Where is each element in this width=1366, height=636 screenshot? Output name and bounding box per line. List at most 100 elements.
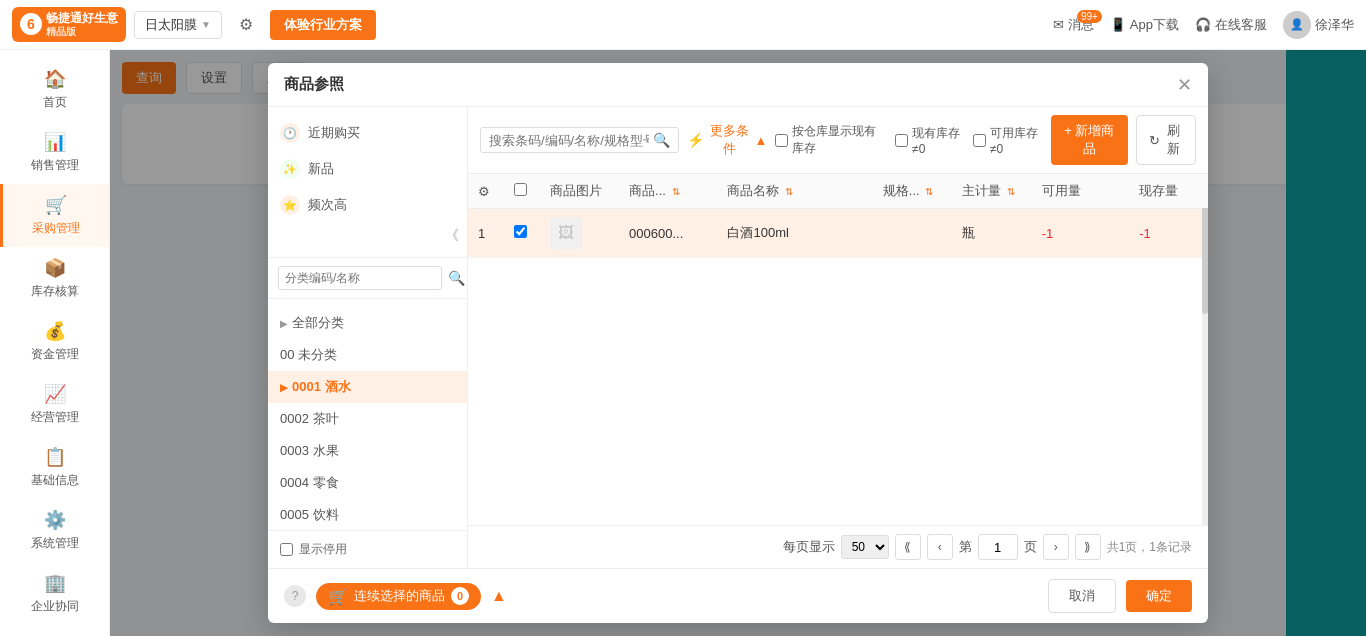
sidebar-item-operations[interactable]: 📈 经营管理 — [0, 373, 109, 436]
user-profile-btn[interactable]: 👤 徐泽华 — [1283, 11, 1354, 39]
app-download-btn[interactable]: 📱 App下载 — [1110, 16, 1179, 34]
product-search-btn[interactable]: 🔍 — [653, 132, 670, 148]
sidebar-item-finance[interactable]: 💰 资金管理 — [0, 310, 109, 373]
category-snacks[interactable]: 0004 零食 — [268, 467, 467, 499]
sidebar-item-guide[interactable]: 🔖 新手引导 — [0, 625, 109, 636]
category-unclassified[interactable]: 00 未分类 — [268, 339, 467, 371]
settings-icon-btn[interactable]: ⚙ — [230, 9, 262, 41]
col-checkbox[interactable] — [504, 174, 540, 209]
sidebar-label-inventory: 库存核算 — [31, 283, 79, 300]
per-page-select[interactable]: 50 — [841, 535, 889, 559]
cell-checkbox[interactable] — [504, 209, 540, 258]
sidebar-label-finance: 资金管理 — [31, 346, 79, 363]
product-table-wrap: ⚙ 商品图片 商品... ⇅ 商品名称 — [468, 174, 1208, 525]
category-liquor[interactable]: ▶ 0001 酒水 — [268, 371, 467, 403]
sidebar-item-home[interactable]: 🏠 首页 — [0, 58, 109, 121]
col-settings[interactable]: ⚙ — [468, 174, 504, 209]
purchase-icon: 🛒 — [45, 194, 67, 216]
category-beverages[interactable]: 0005 饮料 — [268, 499, 467, 530]
online-service-btn[interactable]: 🎧 在线客服 — [1195, 16, 1267, 34]
add-product-button[interactable]: + 新增商品 — [1051, 115, 1128, 165]
store-selector[interactable]: 日太阳膜 ▼ — [134, 11, 222, 39]
product-lookup-modal: 商品参照 ✕ 🕐 近期购买 ✨ 新 — [268, 63, 1208, 623]
trial-cta-button[interactable]: 体验行业方案 — [270, 10, 376, 40]
col-name[interactable]: 商品名称 ⇅ — [717, 174, 872, 209]
sidebar-item-basics[interactable]: 📋 基础信息 — [0, 436, 109, 499]
category-tea[interactable]: 0002 茶叶 — [268, 403, 467, 435]
sort-icon-name: ⇅ — [785, 186, 793, 197]
table-row[interactable]: 1 🖼 000600... 白酒100ml 瓶 — [468, 209, 1208, 258]
left-panel: 🕐 近期购买 ✨ 新品 ⭐ 频次高 — [268, 107, 468, 568]
footer-collapse-btn[interactable]: ▲ — [491, 587, 507, 605]
sidebar: 🏠 首页 📊 销售管理 🛒 采购管理 📦 库存核算 💰 资金管理 📈 经营管理 … — [0, 50, 110, 636]
col-unit[interactable]: 主计量 ⇅ — [952, 174, 1032, 209]
system-icon: ⚙️ — [44, 509, 66, 531]
finance-icon: 💰 — [44, 320, 66, 342]
avatar: 👤 — [1283, 11, 1311, 39]
operations-icon: 📈 — [44, 383, 66, 405]
last-page-btn[interactable]: ⟫ — [1075, 534, 1101, 560]
toolbar-right: + 新增商品 ↻ 刷新 — [1051, 115, 1196, 165]
sidebar-label-home: 首页 — [43, 94, 67, 111]
warehouse-display-checkbox[interactable]: 按仓库显示现有库存 — [775, 123, 887, 157]
sidebar-label-operations: 经营管理 — [31, 409, 79, 426]
modal-close-button[interactable]: ✕ — [1177, 76, 1192, 94]
prev-page-btn[interactable]: ‹ — [927, 534, 953, 560]
page-label: 第 — [959, 538, 972, 556]
sidebar-item-inventory[interactable]: 📦 库存核算 — [0, 247, 109, 310]
new-products-icon: ✨ — [280, 159, 300, 179]
mobile-icon: 📱 — [1110, 17, 1126, 32]
refresh-table-button[interactable]: ↻ 刷新 — [1136, 115, 1196, 165]
category-all[interactable]: ▶ 全部分类 — [268, 307, 467, 339]
available-nonzero-checkbox[interactable]: 可用库存≠0 — [973, 125, 1043, 156]
app-logo[interactable]: 6 畅捷通好生意 精品版 — [12, 7, 126, 41]
filter-btn[interactable]: ⚡ 更多条件 ▲ — [687, 122, 767, 158]
sidebar-item-enterprise[interactable]: 🏢 企业协同 — [0, 562, 109, 625]
modal-title: 商品参照 — [284, 75, 344, 94]
table-scrollbar-track — [1202, 174, 1208, 525]
right-toolbar: 🔍 ⚡ 更多条件 ▲ 按仓库显示现有库存 — [468, 107, 1208, 174]
main-layout: 🏠 首页 📊 销售管理 🛒 采购管理 📦 库存核算 💰 资金管理 📈 经营管理 … — [0, 50, 1366, 636]
tab-frequent[interactable]: ⭐ 频次高 — [268, 187, 467, 223]
sort-icon-code: ⇅ — [672, 186, 680, 197]
filter-arrow-icon: ▲ — [754, 133, 767, 148]
arrow-active-icon: ▶ — [280, 382, 288, 393]
inventory-icon: 📦 — [44, 257, 66, 279]
category-fruit[interactable]: 0003 水果 — [268, 435, 467, 467]
home-icon: 🏠 — [44, 68, 66, 90]
sort-icon-unit: ⇅ — [1007, 186, 1015, 197]
product-search-input[interactable] — [489, 133, 649, 148]
left-panel-collapse-btn[interactable]: 《 — [445, 227, 459, 245]
sidebar-item-system[interactable]: ⚙️ 系统管理 — [0, 499, 109, 562]
logo-icon: 6 — [20, 13, 42, 35]
sidebar-item-sales[interactable]: 📊 销售管理 — [0, 121, 109, 184]
display-disabled-row: 显示停用 — [268, 530, 467, 568]
category-search-btn[interactable]: 🔍 — [448, 270, 465, 286]
page-number-input[interactable] — [978, 534, 1018, 560]
messages-btn[interactable]: ✉ 消息 99+ — [1053, 16, 1094, 34]
product-table: ⚙ 商品图片 商品... ⇅ 商品名称 — [468, 174, 1208, 258]
cancel-button[interactable]: 取消 — [1048, 579, 1116, 613]
col-spec[interactable]: 规格... ⇅ — [873, 174, 952, 209]
cell-name: 白酒100ml — [717, 209, 872, 258]
recent-purchase-icon: 🕐 — [280, 123, 300, 143]
tab-recent-purchase[interactable]: 🕐 近期购买 — [268, 115, 467, 151]
col-code[interactable]: 商品... ⇅ — [619, 174, 717, 209]
enterprise-icon: 🏢 — [44, 572, 66, 594]
category-search-input[interactable] — [278, 266, 442, 290]
stock-nonzero-checkbox[interactable]: 现有库存≠0 — [895, 125, 965, 156]
modal-header: 商品参照 ✕ — [268, 63, 1208, 107]
confirm-button[interactable]: 确定 — [1126, 580, 1192, 612]
sort-icon-spec: ⇅ — [925, 186, 933, 197]
show-disabled-checkbox[interactable] — [280, 543, 293, 556]
product-search-wrap: 🔍 — [480, 127, 679, 153]
main-content: 查询 设置 刷新 商品参照 ✕ � — [110, 50, 1366, 636]
next-page-btn[interactable]: › — [1043, 534, 1069, 560]
sidebar-item-purchase[interactable]: 🛒 采购管理 — [0, 184, 109, 247]
first-page-btn[interactable]: ⟪ — [895, 534, 921, 560]
cell-image: 🖼 — [540, 209, 620, 258]
cart-continuous-select[interactable]: 🛒 连续选择的商品 0 — [316, 583, 481, 610]
tab-new-products[interactable]: ✨ 新品 — [268, 151, 467, 187]
help-icon-btn[interactable]: ? — [284, 585, 306, 607]
cart-icon: 🛒 — [328, 587, 348, 606]
